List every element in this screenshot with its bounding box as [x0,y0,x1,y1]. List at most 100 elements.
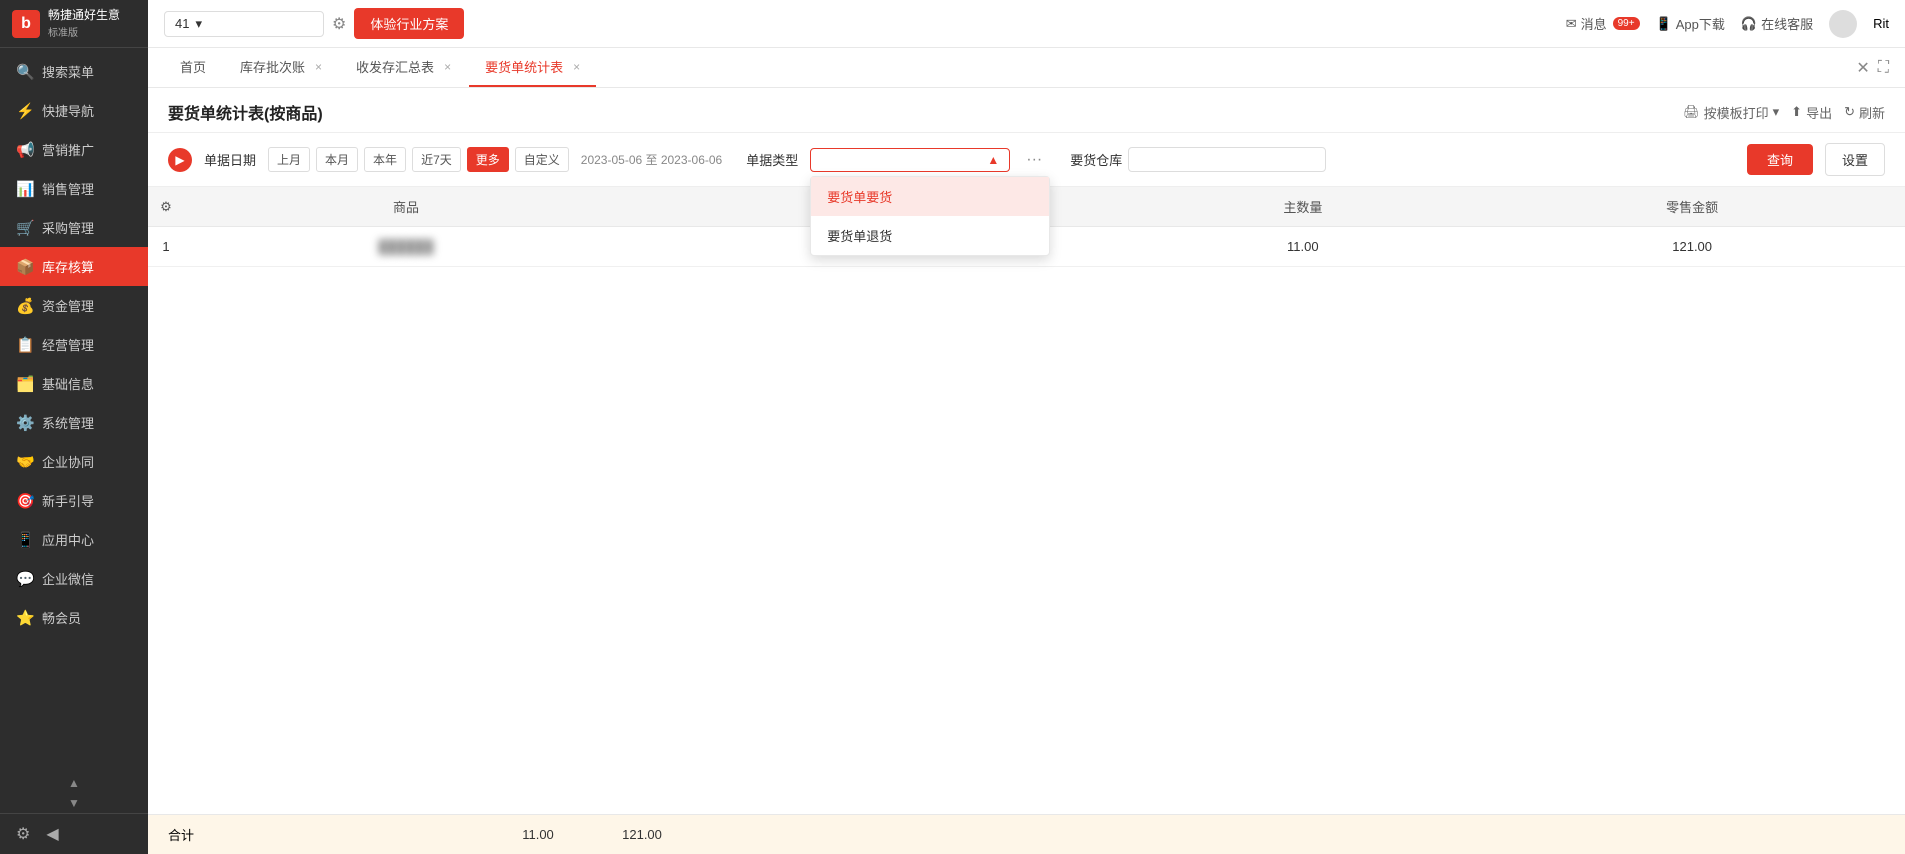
message-badge: 99+ [1613,17,1640,30]
app-tag: 标准版 [48,24,120,39]
sidebar-icon-operation: 📋 [16,336,34,354]
date-btn-7days[interactable]: 近7天 [412,147,461,172]
sidebar-item-system[interactable]: ⚙️系统管理 [0,403,148,442]
sidebar-label-enterprise: 企业协同 [42,452,94,471]
online-service-btn[interactable]: 🎧 在线客服 [1741,14,1813,33]
tab-close-all-icon[interactable]: ✕ [1856,58,1869,78]
date-btn-more[interactable]: 更多 [467,147,509,172]
refresh-btn[interactable]: ↻ 刷新 [1844,103,1885,122]
sidebar-label-system: 系统管理 [42,413,94,432]
main-area: 41 ▾ ⚙ 体验行业方案 ✉ 消息 99+ 📱 App下载 🎧 在线客服 Ri… [148,0,1905,854]
tabbar: 首页库存批次账×收发存汇总表×要货单统计表×✕⛶ [148,48,1905,88]
refresh-icon: ↻ [1844,104,1855,120]
sidebar-item-purchase[interactable]: 🛒采购管理 [0,208,148,247]
export-btn[interactable]: ⬆ 导出 [1791,103,1832,122]
tab-close-order-stats[interactable]: × [573,60,580,74]
settings-icon[interactable]: ⚙ [16,824,30,844]
table-container: ⚙ 商品 主计量单位 主数量 零售金额 1 ██████ 块 11.00 121… [148,187,1905,814]
tab-expand-icon[interactable]: ⛶ [1878,59,1889,77]
date-btn-custom[interactable]: 自定义 [515,147,569,172]
message-btn[interactable]: ✉ 消息 99+ [1566,14,1640,33]
query-btn[interactable]: 查询 [1747,144,1813,175]
doc-type-label: 单据类型 [746,150,798,169]
export-label: 导出 [1806,103,1832,122]
sidebar-label-basic: 基础信息 [42,374,94,393]
store-value: 41 [175,16,189,31]
date-btn-this-month[interactable]: 本月 [316,147,358,172]
sidebar-item-app-center[interactable]: 📱应用中心 [0,520,148,559]
warehouse-selector: 要货仓库 [1070,147,1326,172]
th-amount: 零售金额 [1479,187,1905,227]
topbar-gear-icon[interactable]: ⚙ [332,14,346,34]
app-download-icon: 📱 [1656,16,1672,32]
store-selector[interactable]: 41 ▾ [164,11,324,37]
filter-expand-btn[interactable]: ▶ [168,148,192,172]
tab-close-recv-summary[interactable]: × [444,60,451,74]
page-header-actions: 🖨 按模板打印 ▾ ⬆ 导出 ↻ 刷新 [1683,103,1885,122]
sidebar-icon-finance: 💰 [16,297,34,315]
filter-bar: ▶ 单据日期 上月 本月 本年 近7天 更多 自定义 2023-05-06 至 … [148,133,1905,187]
sidebar-label-quick-nav: 快捷导航 [42,101,94,120]
tab-inventory-batch[interactable]: 库存批次账 × [224,48,338,87]
sidebar-icon-enterprise: 🤝 [16,453,34,471]
sidebar-label-inventory: 库存核算 [42,257,94,276]
filter-more-icon[interactable]: ··· [1026,151,1042,169]
sidebar-scroll-down[interactable]: ▼ [0,793,148,813]
app-download-btn[interactable]: 📱 App下载 [1656,14,1725,33]
sidebar-item-sales[interactable]: 📊销售管理 [0,169,148,208]
th-goods: 商品 [184,187,628,227]
sidebar-scroll-up[interactable]: ▲ [0,773,148,793]
settings-btn[interactable]: 设置 [1825,143,1885,176]
sidebar-item-guide[interactable]: 🎯 新手引导 [0,481,148,520]
sidebar-item-inventory[interactable]: 📦库存核算 [0,247,148,286]
tab-recv-summary[interactable]: 收发存汇总表× [340,48,467,87]
sidebar-item-operation[interactable]: 📋经营管理 [0,325,148,364]
topbar: 41 ▾ ⚙ 体验行业方案 ✉ 消息 99+ 📱 App下载 🎧 在线客服 Ri… [148,0,1905,48]
doc-type-wrapper: ▲ 要货单要货 要货单退货 [810,148,1010,172]
doc-type-dropdown[interactable]: ▲ [810,148,1010,172]
sidebar-item-basic[interactable]: 🗂️基础信息 [0,364,148,403]
online-service-icon: 🎧 [1741,16,1757,32]
sidebar-icon-guide: 🎯 [16,492,34,510]
sidebar-item-marketing[interactable]: 📢营销推广 [0,130,148,169]
tab-order-stats[interactable]: 要货单统计表 × [469,48,596,87]
cell-index-0: 1 [148,227,184,267]
menu-item-yh-order[interactable]: 要货单要货 [811,177,1049,216]
sidebar-label-guide: 新手引导 [42,491,94,510]
industry-btn[interactable]: 体验行业方案 [354,8,464,39]
sidebar-item-finance[interactable]: 💰资金管理 [0,286,148,325]
page-header: 要货单统计表(按商品) 🖨 按模板打印 ▾ ⬆ 导出 ↻ 刷新 [148,88,1905,133]
page-title: 要货单统计表(按商品) [168,100,323,124]
refresh-label: 刷新 [1859,103,1885,122]
user-avatar[interactable] [1829,10,1857,38]
sidebar-icon-sales: 📊 [16,180,34,198]
user-name: Rit [1873,16,1889,31]
menu-item-yh-return[interactable]: 要货单退货 [811,216,1049,255]
sidebar-item-quick-nav[interactable]: ⚡快捷导航 [0,91,148,130]
sidebar-item-wechat[interactable]: 💬企业微信 [0,559,148,598]
date-btn-last-month[interactable]: 上月 [268,147,310,172]
tab-label-inventory-batch: 库存批次账 [240,57,305,76]
print-caret: ▾ [1773,104,1780,120]
tab-home[interactable]: 首页 [164,48,222,87]
warehouse-label: 要货仓库 [1070,150,1122,169]
date-btn-this-year[interactable]: 本年 [364,147,406,172]
sidebar-item-member[interactable]: ⭐畅会员 [0,598,148,637]
th-settings[interactable]: ⚙ [148,187,184,227]
message-label: 消息 [1581,14,1607,33]
message-icon: ✉ [1566,16,1577,32]
sidebar-bottom: ⚙ ◀ [0,813,148,854]
topbar-left: 41 ▾ ⚙ 体验行业方案 [164,8,1554,39]
collapse-icon[interactable]: ◀ [46,824,58,844]
tab-close-inventory-batch[interactable]: × [315,60,322,74]
print-btn[interactable]: 🖨 按模板打印 ▾ [1683,103,1779,122]
dropdown-caret-up: ▲ [987,153,999,167]
sidebar-label-search: 搜索菜单 [42,62,94,81]
cell-goods-0: ██████ [184,227,628,267]
sidebar-label-marketing: 营销推广 [42,140,94,159]
sidebar-item-enterprise[interactable]: 🤝 企业协同 [0,442,148,481]
sidebar-item-search[interactable]: 🔍搜索菜单 [0,52,148,91]
tab-label-order-stats: 要货单统计表 [485,57,563,76]
warehouse-input[interactable] [1128,147,1326,172]
print-label: 按模板打印 [1704,103,1769,122]
